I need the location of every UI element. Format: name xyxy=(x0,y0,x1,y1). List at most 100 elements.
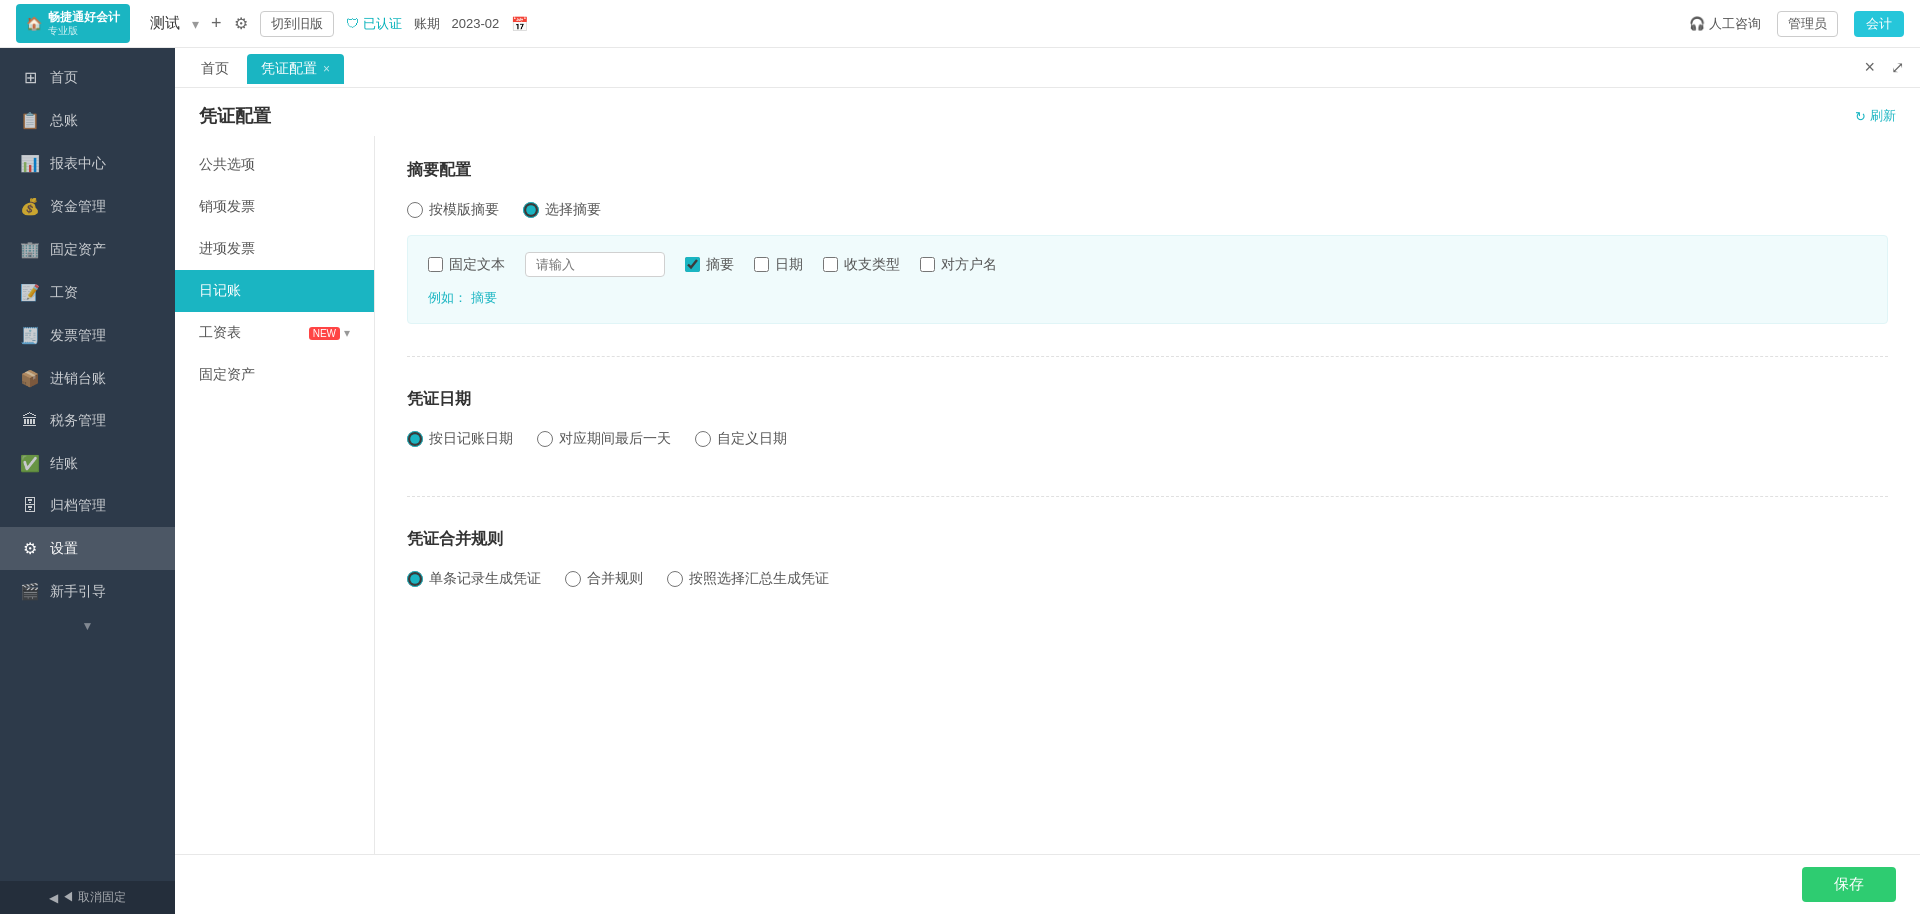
summary-example: 例如： 摘要 xyxy=(428,289,1867,307)
close-window-button[interactable]: × xyxy=(1860,53,1879,82)
refresh-button[interactable]: ↻ 刷新 xyxy=(1855,107,1896,125)
calendar-icon[interactable]: 📅 xyxy=(511,16,528,32)
ledger-icon: 📋 xyxy=(20,111,40,130)
sidebar-item-invoice[interactable]: 🧾 发票管理 xyxy=(0,314,175,357)
accountant-button[interactable]: 会计 xyxy=(1854,11,1904,37)
sidebar-label-tax: 税务管理 xyxy=(50,412,106,430)
example-label: 例如： xyxy=(428,290,467,305)
checkbox-fixed-text[interactable]: 固定文本 xyxy=(428,256,505,274)
checkbox-counterparty[interactable]: 对方户名 xyxy=(920,256,997,274)
checkbox-fixed-text-input[interactable] xyxy=(428,257,443,272)
sidebar-item-salary[interactable]: 📝 工资 xyxy=(0,271,175,314)
merge-title: 凭证合并规则 xyxy=(407,529,1888,550)
sidebar-item-archive[interactable]: 🗄 归档管理 xyxy=(0,485,175,527)
merge-radio-aggregate-input[interactable] xyxy=(667,571,683,587)
sidebar-item-fixed-assets[interactable]: 🏢 固定资产 xyxy=(0,228,175,271)
switch-old-version-button[interactable]: 切到旧版 xyxy=(260,11,334,37)
checkbox-pay-type[interactable]: 收支类型 xyxy=(823,256,900,274)
sidebar-label-reports: 报表中心 xyxy=(50,155,106,173)
guide-icon: 🎬 xyxy=(20,582,40,601)
expand-button[interactable]: ⤢ xyxy=(1887,53,1908,82)
period-value: 2023-02 xyxy=(452,16,500,31)
checkbox-counterparty-input[interactable] xyxy=(920,257,935,272)
sidebar-item-capital[interactable]: 💰 资金管理 xyxy=(0,185,175,228)
logo-sub: 专业版 xyxy=(48,25,120,37)
sidebar-item-settings[interactable]: ⚙ 设置 xyxy=(0,527,175,570)
date-radio-diary-input[interactable] xyxy=(407,431,423,447)
summary-radio-select-input[interactable] xyxy=(523,202,539,218)
checkbox-pay-type-input[interactable] xyxy=(823,257,838,272)
merge-radio-single-label: 单条记录生成凭证 xyxy=(429,570,541,588)
left-nav-payroll[interactable]: 工资表 NEW ▾ xyxy=(175,312,374,354)
admin-button[interactable]: 管理员 xyxy=(1777,11,1838,37)
certified-badge: 🛡 已认证 xyxy=(346,15,402,33)
sidebar-label-guide: 新手引导 xyxy=(50,583,106,601)
save-button[interactable]: 保存 xyxy=(1802,867,1896,902)
sidebar-item-ledger[interactable]: 📋 总账 xyxy=(0,99,175,142)
left-nav-fixed-assets-config[interactable]: 固定资产 xyxy=(175,354,374,396)
sidebar-item-reports[interactable]: 📊 报表中心 xyxy=(0,142,175,185)
page-header: 凭证配置 ↻ 刷新 xyxy=(175,88,1920,136)
trade-icon: 📦 xyxy=(20,369,40,388)
date-radio-period-last[interactable]: 对应期间最后一天 xyxy=(537,430,671,448)
reports-icon: 📊 xyxy=(20,154,40,173)
plus-icon[interactable]: + xyxy=(211,13,222,34)
left-nav-purchase-invoice[interactable]: 进项发票 xyxy=(175,228,374,270)
new-badge: NEW xyxy=(309,327,340,340)
merge-radio-rule[interactable]: 合并规则 xyxy=(565,570,643,588)
merge-radio-single[interactable]: 单条记录生成凭证 xyxy=(407,570,541,588)
scroll-down-icon: ▼ xyxy=(82,619,94,633)
merge-radio-rule-input[interactable] xyxy=(565,571,581,587)
date-radio-period-last-input[interactable] xyxy=(537,431,553,447)
date-radio-group: 按日记账日期 对应期间最后一天 自定义日期 xyxy=(407,430,1888,448)
sidebar-scroll-down[interactable]: ▼ xyxy=(0,613,175,637)
left-nav-diary[interactable]: 日记账 xyxy=(175,270,374,312)
sidebar-label-salary: 工资 xyxy=(50,284,78,302)
summary-radio-template[interactable]: 按模版摘要 xyxy=(407,201,499,219)
sidebar-label-trade: 进销台账 xyxy=(50,370,106,388)
summary-radio-template-input[interactable] xyxy=(407,202,423,218)
main-layout: ⊞ 首页 📋 总账 📊 报表中心 💰 资金管理 🏢 固定资产 📝 工资 xyxy=(0,48,1920,914)
tab-right-buttons: × ⤢ xyxy=(1860,53,1908,82)
merge-section: 凭证合并规则 单条记录生成凭证 合并规则 xyxy=(407,529,1888,636)
date-radio-diary[interactable]: 按日记账日期 xyxy=(407,430,513,448)
date-radio-custom[interactable]: 自定义日期 xyxy=(695,430,787,448)
checkbox-date[interactable]: 日期 xyxy=(754,256,803,274)
left-nav: 公共选项 销项发票 进项发票 日记账 工资表 xyxy=(175,136,375,854)
cancel-fixed-button[interactable]: ◀ ◀ 取消固定 xyxy=(0,881,175,914)
logo-area[interactable]: 🏠 畅捷通好会计 专业版 xyxy=(16,4,130,42)
fixed-text-input[interactable] xyxy=(525,252,665,277)
sidebar-item-guide[interactable]: 🎬 新手引导 xyxy=(0,570,175,613)
sidebar-item-close-account[interactable]: ✅ 结账 xyxy=(0,442,175,485)
summary-radio-select[interactable]: 选择摘要 xyxy=(523,201,601,219)
tab-home[interactable]: 首页 xyxy=(187,54,243,84)
left-nav-public[interactable]: 公共选项 xyxy=(175,144,374,186)
fixed-assets-icon: 🏢 xyxy=(20,240,40,259)
page-footer: 保存 xyxy=(175,854,1920,914)
invoice-icon: 🧾 xyxy=(20,326,40,345)
checkbox-summary-input[interactable] xyxy=(685,257,700,272)
checkbox-date-input[interactable] xyxy=(754,257,769,272)
logo-name: 畅捷通好会计 xyxy=(48,10,120,24)
checkbox-summary[interactable]: 摘要 xyxy=(685,256,734,274)
logo-icon: 🏠 xyxy=(26,16,42,31)
merge-radio-single-input[interactable] xyxy=(407,571,423,587)
close-account-icon: ✅ xyxy=(20,454,40,473)
sidebar-item-tax[interactable]: 🏛 税务管理 xyxy=(0,400,175,442)
tab-voucher-config[interactable]: 凭证配置 × xyxy=(247,54,344,84)
left-nav-payroll-label: 工资表 xyxy=(199,324,241,342)
sidebar-item-trade[interactable]: 📦 进销台账 xyxy=(0,357,175,400)
checkbox-pay-type-label: 收支类型 xyxy=(844,256,900,274)
left-nav-purchase-invoice-label: 进项发票 xyxy=(199,240,255,256)
consult-button[interactable]: 🎧 人工咨询 xyxy=(1689,15,1761,33)
tab-close-icon[interactable]: × xyxy=(323,62,330,76)
left-nav-sales-invoice[interactable]: 销项发票 xyxy=(175,186,374,228)
chevron-down-icon[interactable]: ▾ xyxy=(192,16,199,32)
merge-radio-aggregate[interactable]: 按照选择汇总生成凭证 xyxy=(667,570,829,588)
left-nav-public-label: 公共选项 xyxy=(199,156,255,172)
gear-icon[interactable]: ⚙ xyxy=(234,14,248,33)
sidebar-label-settings: 设置 xyxy=(50,540,78,558)
date-radio-custom-input[interactable] xyxy=(695,431,711,447)
summary-checkboxes: 固定文本 摘要 日期 xyxy=(428,252,1867,277)
sidebar-item-home[interactable]: ⊞ 首页 xyxy=(0,56,175,99)
